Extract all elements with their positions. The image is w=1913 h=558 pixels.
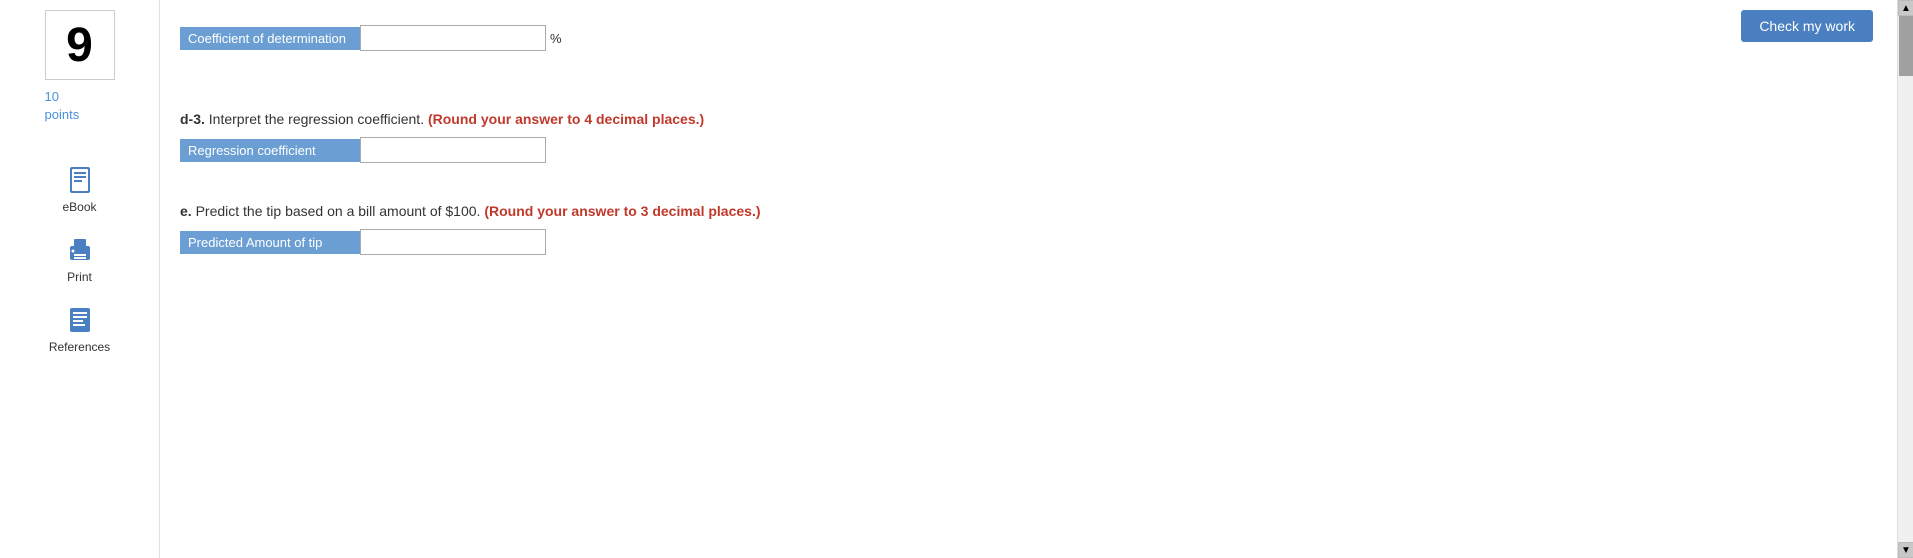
scrollbar-down-arrow[interactable]: ▼ (1898, 542, 1913, 558)
points-label: 10 points (45, 88, 115, 124)
scrollbar-up-arrow[interactable]: ▲ (1898, 0, 1913, 16)
d3-text: Interpret the regression coefficient. (209, 111, 428, 127)
d3-part-label: d-3. (180, 111, 205, 127)
predicted-row: Predicted Amount of tip (180, 229, 1893, 255)
sidebar-item-print[interactable]: Print (0, 224, 159, 294)
coefficient-section: Coefficient of determination % (180, 25, 1893, 51)
coefficient-input[interactable] (360, 25, 546, 51)
regression-input[interactable] (360, 137, 546, 163)
scrollbar-track: ▲ ▼ (1897, 0, 1913, 558)
ebook-icon (64, 164, 96, 196)
predicted-input[interactable] (360, 229, 546, 255)
print-icon (64, 234, 96, 266)
e-text: Predict the tip based on a bill amount o… (196, 203, 485, 219)
sidebar-item-ebook[interactable]: eBook (0, 154, 159, 224)
coefficient-unit: % (550, 31, 562, 46)
references-icon (64, 304, 96, 336)
main-content: Check my work Coefficient of determinati… (160, 0, 1913, 558)
regression-label: Regression coefficient (180, 139, 360, 162)
question-number-box: 9 (45, 10, 115, 80)
print-label: Print (67, 270, 92, 284)
predicted-label: Predicted Amount of tip (180, 231, 360, 254)
sidebar-item-references[interactable]: References (0, 294, 159, 364)
points-number: 10 (45, 88, 115, 106)
d3-section: d-3. Interpret the regression coefficien… (180, 111, 1893, 163)
scrollbar-thumb[interactable] (1899, 16, 1913, 76)
points-text: points (45, 106, 115, 124)
regression-row: Regression coefficient (180, 137, 1893, 163)
d3-instruction: (Round your answer to 4 decimal places.) (428, 111, 704, 127)
question-number: 9 (66, 18, 93, 73)
e-section: e. Predict the tip based on a bill amoun… (180, 203, 1893, 255)
d3-heading: d-3. Interpret the regression coefficien… (180, 111, 1893, 127)
sidebar-tools: eBook Print (0, 154, 159, 364)
references-label: References (49, 340, 110, 354)
e-part-label: e. (180, 203, 192, 219)
coefficient-row: Coefficient of determination % (180, 25, 1893, 51)
check-my-work-button[interactable]: Check my work (1741, 10, 1873, 42)
coefficient-label: Coefficient of determination (180, 27, 360, 50)
ebook-label: eBook (62, 200, 96, 214)
sidebar: 9 10 points eBook (0, 0, 160, 558)
e-heading: e. Predict the tip based on a bill amoun… (180, 203, 1893, 219)
e-instruction: (Round your answer to 3 decimal places.) (484, 203, 760, 219)
page-container: 9 10 points eBook (0, 0, 1913, 558)
